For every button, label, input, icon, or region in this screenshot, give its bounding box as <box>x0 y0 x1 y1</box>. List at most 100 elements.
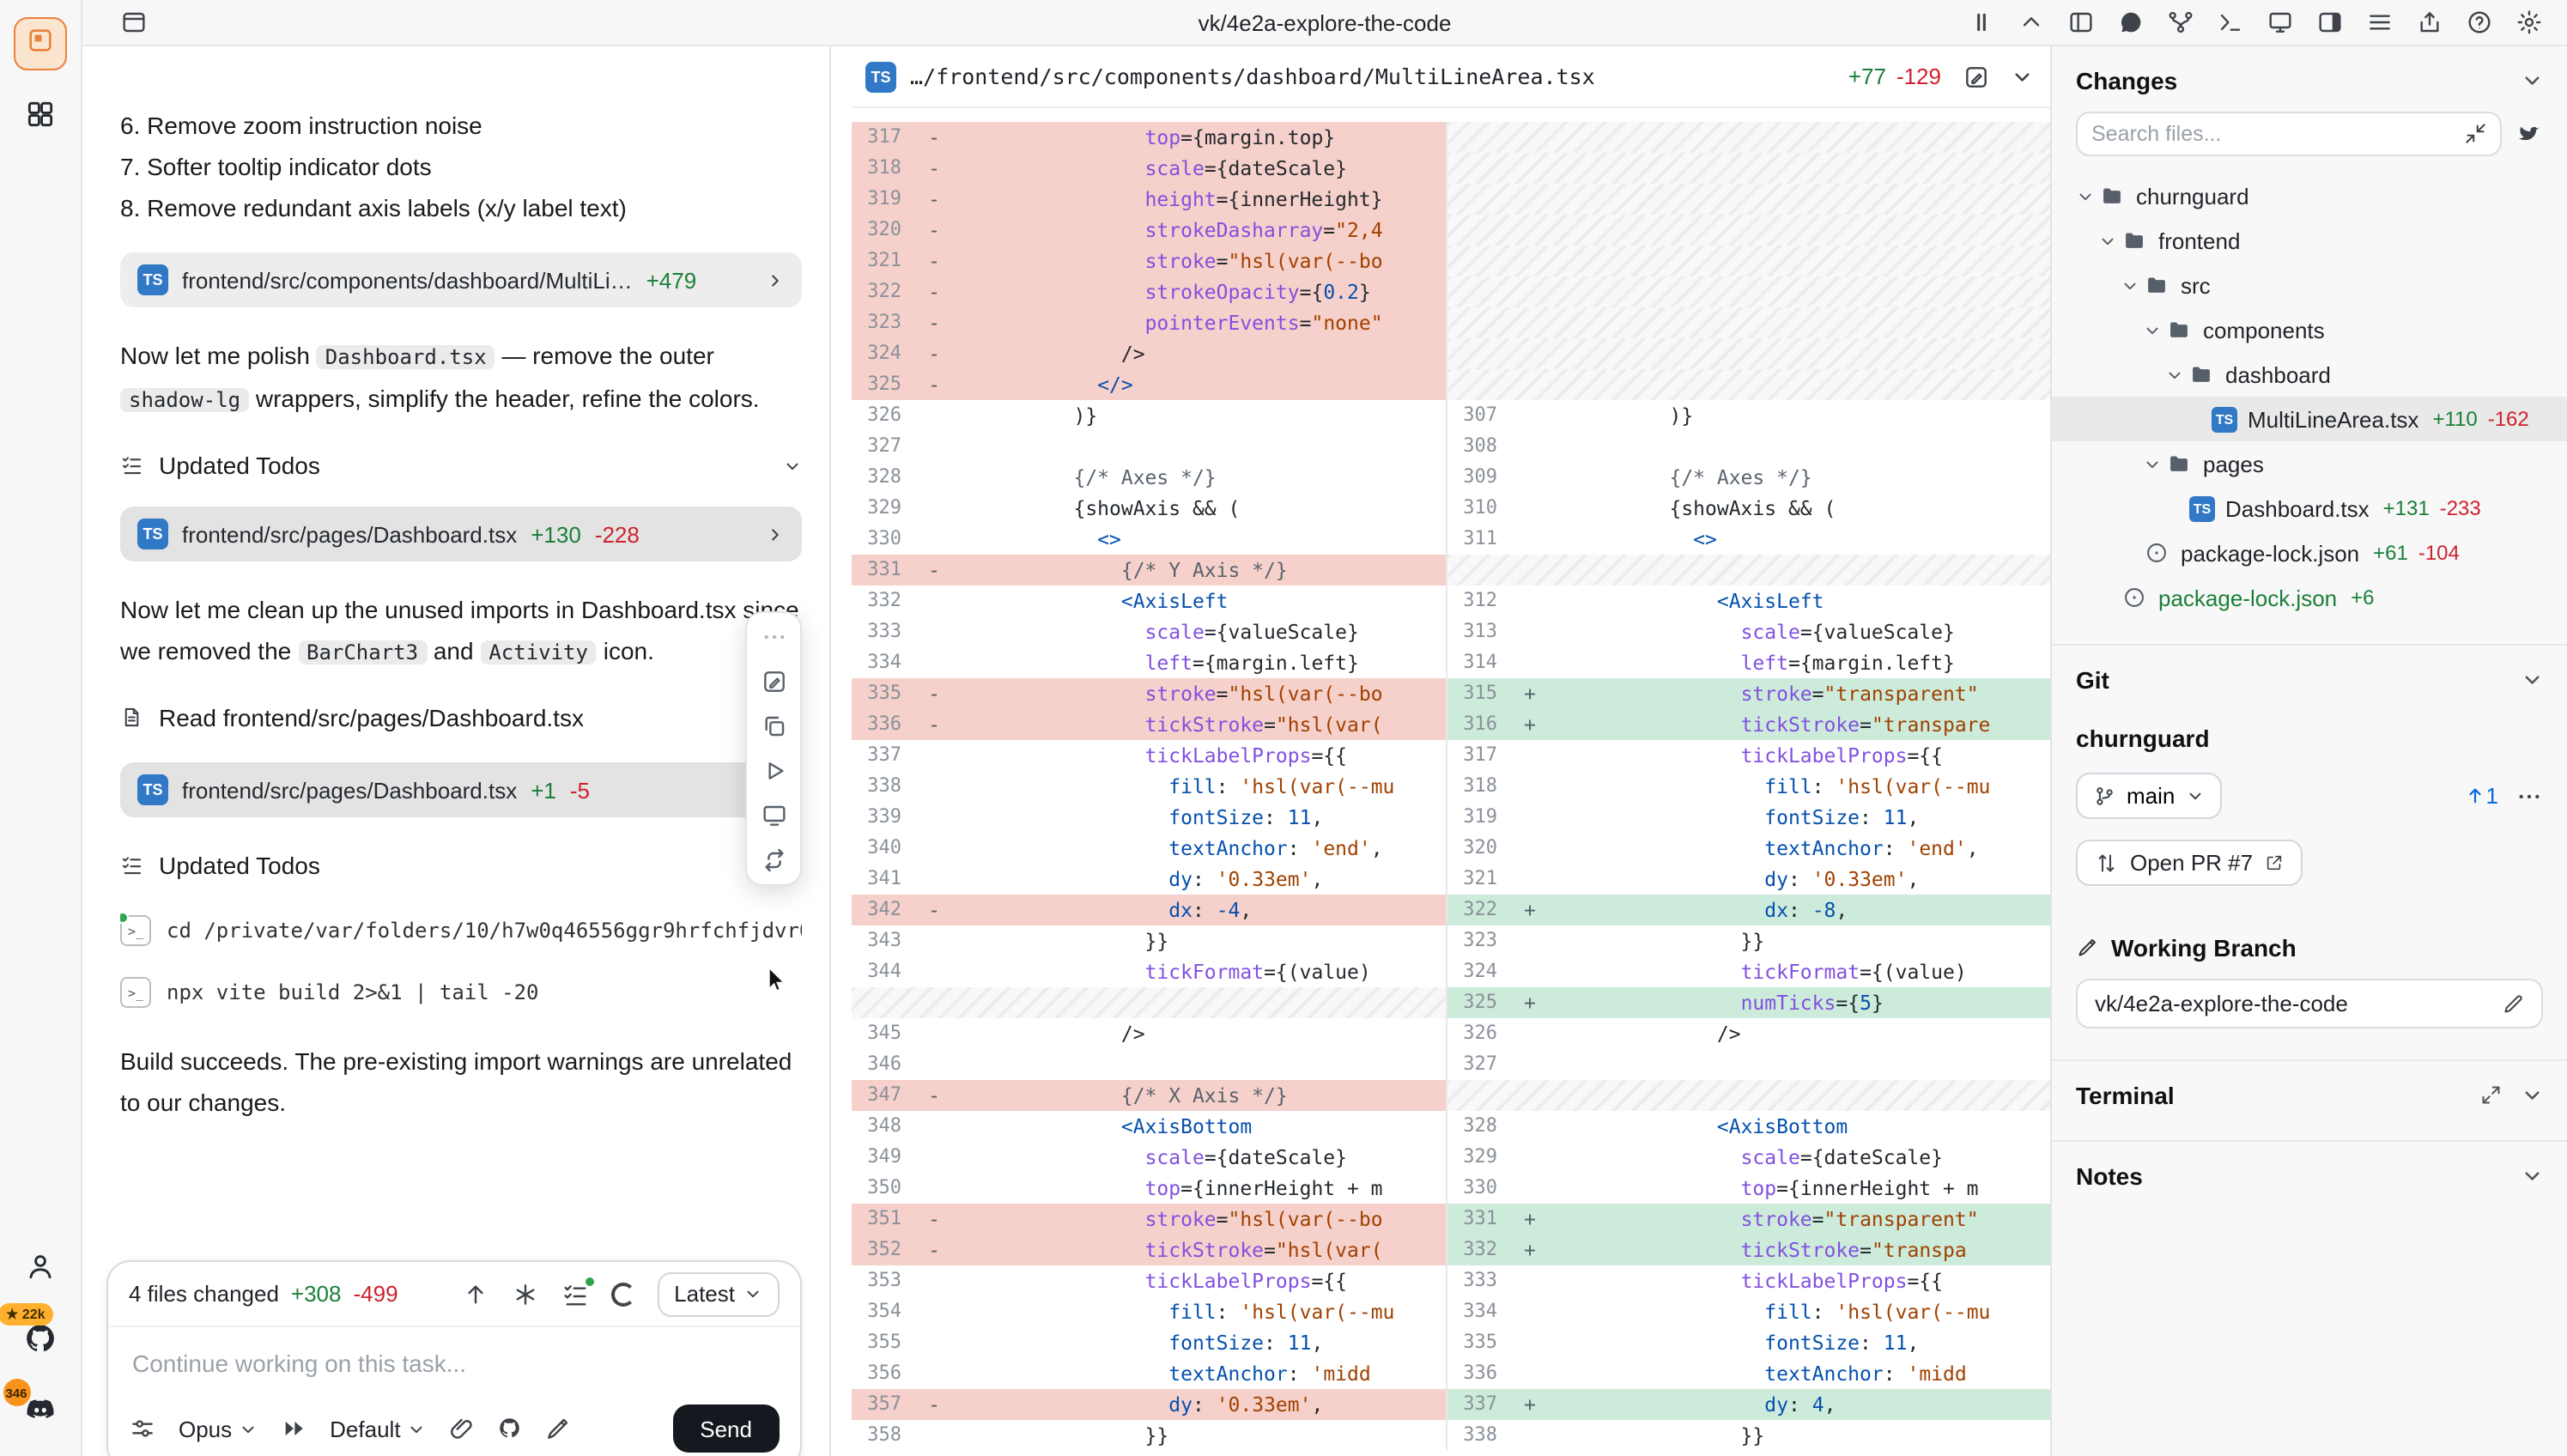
diff-sign <box>913 1111 955 1142</box>
branch-selector[interactable]: main <box>2076 773 2221 819</box>
changes-section-header[interactable]: Changes <box>2052 46 2567 101</box>
app-logo[interactable] <box>14 17 67 70</box>
chat-input[interactable] <box>132 1350 776 1377</box>
tree-folder-frontend[interactable]: frontend <box>2052 218 2567 263</box>
todos-status-icon[interactable] <box>561 1280 588 1307</box>
line-number: 311 <box>1447 524 1509 555</box>
chevron-down-icon[interactable] <box>2520 70 2543 93</box>
github-small-icon[interactable] <box>499 1417 522 1441</box>
diff-line-old: 348 <AxisBottom <box>852 1111 1447 1142</box>
updated-todos-row[interactable]: Updated Todos <box>120 445 802 486</box>
chevron-down-icon[interactable] <box>2010 65 2033 88</box>
updated-todos-row[interactable]: Updated Todos <box>120 845 802 886</box>
diff-sign <box>1509 524 1551 555</box>
chevron-right-icon[interactable] <box>766 270 785 289</box>
diff-line-old: 338 fill: 'hsl(var(--mu <box>852 771 1447 802</box>
chevron-right-icon[interactable] <box>766 525 785 543</box>
tune-icon[interactable] <box>129 1415 156 1442</box>
help-icon[interactable] <box>2466 9 2493 36</box>
code-text: stroke="hsl(var(--bo <box>955 678 1446 709</box>
chevron-down-icon[interactable] <box>2076 186 2100 205</box>
boards-icon[interactable] <box>16 94 64 143</box>
account-icon[interactable] <box>16 1247 64 1295</box>
tree-folder-components[interactable]: components <box>2052 307 2567 352</box>
fast-forward-icon[interactable] <box>280 1415 307 1442</box>
share-icon[interactable] <box>2416 9 2443 36</box>
diff-row: 330 <>311 <> <box>852 524 2050 555</box>
tree-file-MultiLineArea.tsx[interactable]: TSMultiLineArea.tsx+110-162 <box>2052 397 2567 441</box>
open-pr-button[interactable]: Open PR #7 <box>2076 840 2303 886</box>
git-network-icon[interactable] <box>2167 9 2194 36</box>
chat-bubble-icon[interactable] <box>2117 9 2145 36</box>
git-section-header[interactable]: Git <box>2052 646 2567 701</box>
diff-row: 325- </> <box>852 369 2050 400</box>
file-diff-card[interactable]: TS frontend/src/pages/Dashboard.tsx +130… <box>120 507 802 561</box>
more-options-icon[interactable] <box>760 623 787 651</box>
chevron-down-icon[interactable] <box>2121 276 2145 294</box>
tree-file-package-lock.json[interactable]: package-lock.json+6 <box>2052 575 2567 620</box>
diff-sign: - <box>913 307 955 338</box>
tree-folder-dashboard[interactable]: dashboard <box>2052 352 2567 397</box>
mode-selector[interactable]: Default <box>330 1416 426 1441</box>
settings-icon[interactable] <box>2515 9 2543 36</box>
discord-icon[interactable]: 346 <box>16 1391 64 1439</box>
model-selector[interactable]: Opus <box>179 1416 258 1441</box>
chevron-down-icon[interactable] <box>783 456 802 475</box>
terminal-command-row[interactable]: >_ npx vite build 2>&1 | tail -20 <box>120 972 802 1013</box>
chevron-down-icon[interactable] <box>2165 365 2189 384</box>
panel-right-icon[interactable] <box>2316 9 2344 36</box>
chevron-down-icon[interactable] <box>2143 454 2167 473</box>
expand-icon[interactable] <box>2479 1084 2503 1107</box>
signature-pen-icon[interactable] <box>544 1415 572 1442</box>
file-diff-card[interactable]: TS frontend/src/pages/Dashboard.tsx +1 -… <box>120 762 802 817</box>
scroll-up-icon[interactable] <box>461 1280 489 1307</box>
working-branch-input[interactable]: vk/4e2a-explore-the-code <box>2076 979 2543 1028</box>
chevron-down-icon[interactable] <box>2520 669 2543 692</box>
more-options-icon[interactable] <box>2515 782 2543 810</box>
version-selector[interactable]: Latest <box>657 1271 780 1316</box>
commits-ahead[interactable]: 1 <box>2466 783 2498 809</box>
panel-left-icon[interactable] <box>2067 9 2095 36</box>
terminal-icon[interactable] <box>2217 9 2244 36</box>
notes-section-header[interactable]: Notes <box>2052 1142 2567 1197</box>
pencil-icon[interactable] <box>2501 992 2524 1016</box>
diff-line-old: 321- stroke="hsl(var(--bo <box>852 246 1447 276</box>
chevron-down-icon[interactable] <box>2520 1165 2543 1188</box>
menu-icon[interactable] <box>2366 9 2394 36</box>
tree-file-package-lock.json[interactable]: package-lock.json+61-104 <box>2052 531 2567 575</box>
tree-folder-churnguard[interactable]: churnguard <box>2052 173 2567 218</box>
sparkle-icon[interactable] <box>511 1280 538 1307</box>
annotate-icon[interactable] <box>1962 63 1989 90</box>
collapse-up-icon[interactable] <box>2018 9 2045 36</box>
pause-icon[interactable] <box>1968 9 1995 36</box>
search-files-input[interactable] <box>2091 122 2453 146</box>
send-button[interactable]: Send <box>672 1404 780 1453</box>
attach-icon[interactable] <box>449 1415 476 1442</box>
chevron-down-icon[interactable] <box>2143 320 2167 339</box>
annotate-icon[interactable] <box>760 668 787 695</box>
github-icon[interactable]: ★ 22k <box>16 1319 64 1367</box>
added-count: +6 <box>2351 585 2374 610</box>
chevron-down-icon[interactable] <box>2098 231 2122 250</box>
copy-icon[interactable] <box>760 713 787 740</box>
chevron-down-icon[interactable] <box>2520 1084 2543 1107</box>
tree-file-Dashboard.tsx[interactable]: TSDashboard.tsx+131-233 <box>2052 486 2567 531</box>
run-icon[interactable] <box>760 757 787 785</box>
git-title: Git <box>2076 666 2109 694</box>
tree-folder-pages[interactable]: pages <box>2052 441 2567 486</box>
terminal-section-header[interactable]: Terminal <box>2052 1061 2567 1116</box>
files-changed-label[interactable]: 4 files changed <box>129 1281 279 1307</box>
line-number: 347 <box>852 1080 913 1111</box>
collapse-files-icon[interactable] <box>2463 123 2486 146</box>
preview-icon[interactable] <box>760 802 787 829</box>
read-file-row[interactable]: Read frontend/src/pages/Dashboard.tsx <box>120 697 802 738</box>
file-diff-card[interactable]: TS frontend/src/components/dashboard/Mul… <box>120 252 802 307</box>
monitor-icon[interactable] <box>2267 9 2294 36</box>
compare-icon[interactable] <box>760 846 787 874</box>
code-text: top={innerHeight + m <box>1551 1173 2050 1204</box>
terminal-command-row[interactable]: >_ cd /private/var/folders/10/h7w0q46556… <box>120 910 802 951</box>
tree-folder-src[interactable]: src <box>2052 263 2567 307</box>
window-icon[interactable] <box>120 9 148 36</box>
bird-icon[interactable] <box>2515 120 2543 148</box>
diff-row: 322- strokeOpacity={0.2} <box>852 276 2050 307</box>
